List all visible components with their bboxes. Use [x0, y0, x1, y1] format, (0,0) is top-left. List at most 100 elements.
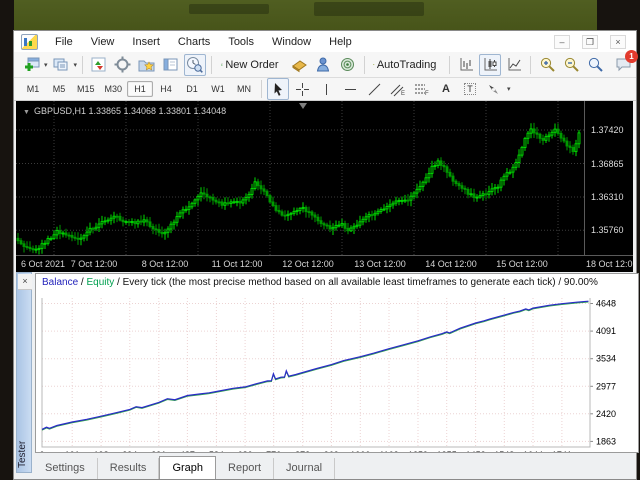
- tester-tab-journal[interactable]: Journal: [274, 458, 336, 479]
- text-tool-button[interactable]: A: [435, 78, 457, 100]
- channel-tool-button[interactable]: E: [387, 78, 409, 100]
- horizontal-line-icon: [344, 88, 356, 90]
- svg-text:1644: 1644: [523, 450, 543, 452]
- timeframe-h4[interactable]: H4: [153, 81, 179, 97]
- svg-text:1863: 1863: [596, 436, 616, 446]
- menu-tools[interactable]: Tools: [219, 34, 263, 50]
- new-order-label: New Order: [225, 58, 279, 71]
- profiles-button[interactable]: [50, 54, 72, 76]
- svg-text:1355: 1355: [437, 450, 457, 452]
- indicators-button[interactable]: [289, 54, 311, 76]
- new-order-button[interactable]: New Order: [217, 54, 287, 76]
- expert-advisors-button[interactable]: [313, 54, 335, 76]
- fibonacci-tool-button[interactable]: F: [411, 78, 433, 100]
- time-axis[interactable]: 6 Oct 2021 7 Oct 12:00 8 Oct 12:00 11 Oct 1…: [16, 255, 633, 273]
- community-button[interactable]: 1: [613, 49, 638, 76]
- menu-window[interactable]: Window: [263, 34, 320, 50]
- notification-badge: 1: [625, 49, 638, 63]
- scripts-button[interactable]: [337, 54, 359, 76]
- menu-view[interactable]: View: [82, 34, 124, 50]
- market-watch-button[interactable]: [88, 54, 110, 76]
- menu-bar: File View Insert Charts Tools Window Help – ❐ …: [14, 31, 636, 53]
- trendline-icon: [368, 83, 380, 95]
- chart-dropdown-icon[interactable]: ▼: [23, 109, 30, 116]
- price-axis[interactable]: 1.37420 1.36865 1.36310 1.35760: [584, 101, 634, 255]
- timeframe-h1[interactable]: H1: [127, 81, 154, 97]
- line-chart-button[interactable]: [503, 54, 525, 76]
- app-logo-icon: [21, 33, 38, 50]
- time-tick-label: 15 Oct 12:00: [496, 259, 548, 269]
- svg-text:0: 0: [39, 450, 44, 452]
- svg-text:391: 391: [151, 450, 166, 452]
- arrows-dropdown-icon[interactable]: ▾: [507, 85, 511, 93]
- profiles-dropdown-icon[interactable]: ▾: [74, 61, 78, 69]
- minimize-button[interactable]: –: [554, 34, 570, 49]
- time-tick-label: 6 Oct 2021: [21, 259, 66, 269]
- svg-text:1741: 1741: [552, 450, 572, 452]
- find-symbol-button[interactable]: [584, 54, 606, 76]
- balance-graph[interactable]: 0 101 198 294 391 487 584 680 776 873 969 1066 1162 1…: [36, 274, 638, 452]
- navigator-button[interactable]: [136, 54, 158, 76]
- timeframe-w1[interactable]: W1: [205, 81, 231, 97]
- new-chart-button[interactable]: [20, 54, 42, 76]
- menu-file[interactable]: File: [46, 34, 82, 50]
- timeframe-m15[interactable]: M15: [72, 81, 100, 97]
- tester-sidebar[interactable]: × Tester: [16, 272, 32, 473]
- svg-text:1452: 1452: [466, 450, 486, 452]
- menu-help[interactable]: Help: [320, 34, 361, 50]
- time-tick-label: 7 Oct 12:00: [70, 259, 118, 269]
- timeframe-m5[interactable]: M5: [46, 81, 72, 97]
- bar-chart-button[interactable]: [455, 54, 477, 76]
- timeframe-m1[interactable]: M1: [20, 81, 46, 97]
- time-tick-label: 12 Oct 12:00: [282, 259, 334, 269]
- tester-tab-graph[interactable]: Graph: [159, 456, 217, 479]
- menu-items: File View Insert Charts Tools Window Help: [46, 34, 361, 50]
- close-button[interactable]: ×: [610, 34, 626, 49]
- chart-shift-marker-icon[interactable]: [299, 103, 307, 109]
- text-label-tool-button[interactable]: T: [459, 78, 481, 100]
- tester-tab-report[interactable]: Report: [216, 458, 275, 479]
- autotrading-icon: [373, 64, 375, 65]
- svg-text:487: 487: [180, 450, 195, 452]
- cursor-tool-button[interactable]: [267, 78, 290, 100]
- vertical-line-tool-button[interactable]: [315, 78, 337, 100]
- menu-charts[interactable]: Charts: [169, 34, 219, 50]
- time-tick-label: 14 Oct 12:00: [425, 259, 477, 269]
- svg-text:4648: 4648: [596, 299, 616, 309]
- svg-text:3534: 3534: [596, 354, 616, 364]
- toolbar-separator: [82, 55, 83, 74]
- tester-tab-settings[interactable]: Settings: [33, 458, 98, 479]
- tester-tab-results[interactable]: Results: [98, 458, 160, 479]
- strategy-tester-button[interactable]: [183, 53, 206, 76]
- crosshair-tool-button[interactable]: [291, 78, 313, 100]
- time-tick-label: 13 Oct 12:00: [354, 259, 406, 269]
- terminal-button[interactable]: [160, 54, 182, 76]
- wallpaper-detail: [314, 2, 424, 16]
- timeframe-d1[interactable]: D1: [179, 81, 205, 97]
- tester-close-icon[interactable]: ×: [18, 274, 32, 290]
- time-tick-label: 18 Oct 12:0: [586, 259, 633, 269]
- zoom-out-button[interactable]: [560, 54, 582, 76]
- data-window-button[interactable]: [112, 54, 134, 76]
- trendline-tool-button[interactable]: [363, 78, 385, 100]
- restore-button[interactable]: ❐: [582, 34, 598, 49]
- equidistant-channel-icon: E: [390, 84, 405, 97]
- svg-text:1162: 1162: [379, 450, 398, 452]
- svg-text:2977: 2977: [596, 381, 616, 391]
- timeframe-m30[interactable]: M30: [100, 81, 128, 97]
- svg-text:E: E: [401, 91, 405, 97]
- autotrading-button[interactable]: AutoTrading: [369, 54, 444, 76]
- svg-text:776: 776: [266, 450, 281, 452]
- svg-text:1548: 1548: [494, 450, 514, 452]
- tester-vertical-tab[interactable]: Tester: [17, 424, 33, 468]
- zoom-in-button[interactable]: [536, 54, 558, 76]
- candlestick-chart-button[interactable]: [479, 53, 502, 76]
- price-chart-panel: ▼ GBPUSD,H1 1.33865 1.34068 1.33801 1.340…: [16, 101, 633, 272]
- fibonacci-icon: F: [415, 84, 429, 97]
- new-chart-dropdown-icon[interactable]: ▾: [44, 61, 48, 69]
- candlestick-chart[interactable]: [16, 101, 584, 255]
- horizontal-line-tool-button[interactable]: [339, 78, 361, 100]
- menu-insert[interactable]: Insert: [123, 34, 169, 50]
- arrows-tool-button[interactable]: [483, 78, 505, 100]
- timeframe-mn[interactable]: MN: [231, 81, 257, 97]
